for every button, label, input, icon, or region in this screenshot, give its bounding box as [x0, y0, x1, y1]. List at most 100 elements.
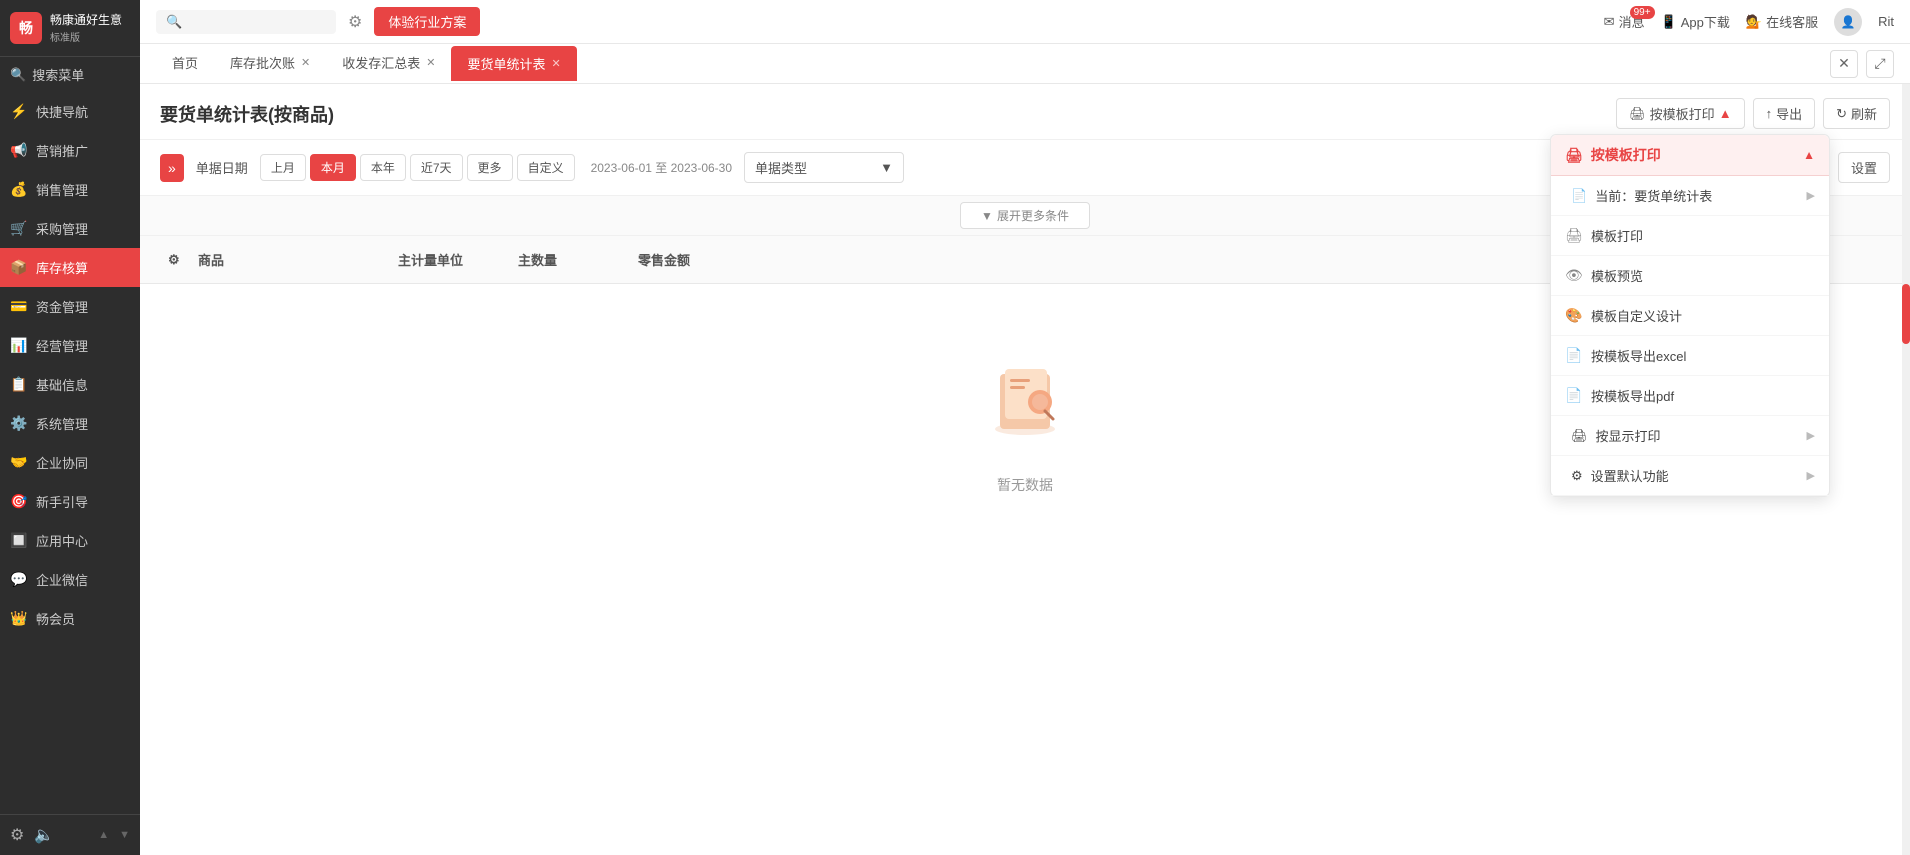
- tab-order-stats-label: 要货单统计表: [467, 54, 545, 73]
- top-search-box[interactable]: 🔍: [156, 10, 336, 34]
- right-scrollbar[interactable]: [1902, 84, 1910, 855]
- sidebar-item-label: 库存核算: [36, 258, 88, 277]
- sidebar-item-label: 应用中心: [36, 531, 88, 550]
- trial-button[interactable]: 体验行业方案: [374, 7, 480, 36]
- sidebar-item-sales[interactable]: 💰 销售管理: [0, 170, 140, 209]
- date-filter-group: 上月 本月 本年 近7天 更多 自定义: [260, 154, 575, 181]
- tab-order-stats[interactable]: 要货单统计表 ✕: [451, 46, 576, 81]
- tab-inventory-batch-close[interactable]: ✕: [301, 56, 310, 69]
- print-btn[interactable]: 🖨 按模板打印 ▲: [1616, 98, 1744, 129]
- settings-button[interactable]: 设置: [1838, 152, 1890, 183]
- date-prev-month[interactable]: 上月: [260, 154, 306, 181]
- tab-home[interactable]: 首页: [156, 45, 214, 82]
- app-download-button[interactable]: 📱 App下载: [1661, 12, 1730, 31]
- dropdown-header: 🖨 按模板打印 ▲: [1551, 135, 1829, 176]
- sidebar-item-operations[interactable]: 📊 经营管理: [0, 326, 140, 365]
- date-filter-label: 单据日期: [196, 158, 248, 177]
- sidebar-item-cooperation[interactable]: 🤝 企业协同: [0, 443, 140, 482]
- tab-receipt-summary-close[interactable]: ✕: [426, 56, 435, 69]
- export-btn-label: 导出: [1776, 104, 1802, 123]
- user-avatar[interactable]: 👤: [1834, 8, 1862, 36]
- search-icon: 🔍: [10, 67, 26, 83]
- sidebar-logo: 畅 畅康通好生意 标准版: [0, 0, 140, 57]
- tab-expand-btn[interactable]: ⤢: [1866, 50, 1894, 78]
- sidebar-bottom: ⚙ 🔈 ▲ ▼: [0, 814, 140, 855]
- dropdown-item-template-print[interactable]: 🖨 模板打印: [1551, 216, 1829, 256]
- purchase-icon: 🛒: [10, 220, 28, 237]
- top-gear-icon[interactable]: ⚙: [348, 12, 362, 32]
- export-pdf-label: 按模板导出pdf: [1591, 386, 1674, 405]
- dropdown-print-icon: 🖨: [1565, 147, 1583, 164]
- tab-close-btn[interactable]: ✕: [1830, 50, 1858, 78]
- tab-home-label: 首页: [172, 53, 198, 72]
- sidebar-item-app-center[interactable]: 🔲 应用中心: [0, 521, 140, 560]
- tab-receipt-summary-label: 收发存汇总表: [342, 53, 420, 72]
- scrollbar-thumb[interactable]: [1902, 284, 1910, 344]
- online-service-button[interactable]: 💁 在线客服: [1746, 12, 1818, 31]
- dropdown-collapse-icon[interactable]: ▲: [1803, 148, 1815, 162]
- refresh-btn[interactable]: ↻ 刷新: [1823, 98, 1890, 129]
- expand-more-icon: ▼: [981, 209, 993, 223]
- date-current-month[interactable]: 本月: [310, 154, 356, 181]
- dropdown-item-export-excel[interactable]: 📄 按模板导出excel: [1551, 336, 1829, 376]
- set-default-icon: ⚙: [1571, 468, 1583, 484]
- logo-name: 畅康通好生意: [50, 12, 122, 29]
- sidebar-item-system[interactable]: ⚙️ 系统管理: [0, 404, 140, 443]
- col-qty: 主数量: [510, 246, 630, 273]
- setting-icon: ⚙: [168, 252, 180, 267]
- dropdown-current-template[interactable]: 📄 当前：要货单统计表 ▶: [1551, 176, 1829, 216]
- col-setting[interactable]: ⚙: [160, 248, 190, 272]
- tab-inventory-batch[interactable]: 库存批次账 ✕: [214, 45, 326, 82]
- audio-bottom-icon[interactable]: 🔈: [34, 825, 54, 845]
- filter-expand-button[interactable]: »: [160, 154, 184, 182]
- tab-receipt-summary[interactable]: 收发存汇总表 ✕: [326, 45, 451, 82]
- sidebar-search[interactable]: 🔍 搜索菜单: [0, 57, 140, 92]
- dropdown-item-export-pdf[interactable]: 📄 按模板导出pdf: [1551, 376, 1829, 416]
- logo-icon: 畅: [10, 12, 42, 44]
- sidebar-item-purchase[interactable]: 🛒 采购管理: [0, 209, 140, 248]
- page-content: 要货单统计表(按商品) 🖨 按模板打印 ▲ ↑ 导出 ↻ 刷新: [140, 84, 1910, 855]
- date-last7days[interactable]: 近7天: [410, 154, 463, 181]
- system-icon: ⚙️: [10, 415, 28, 432]
- messages-icon: ✉: [1604, 14, 1615, 30]
- sidebar-item-basic-info[interactable]: 📋 基础信息: [0, 365, 140, 404]
- dropdown-item-template-preview[interactable]: 👁 模板预览: [1551, 256, 1829, 296]
- sidebar-item-label: 资金管理: [36, 297, 88, 316]
- date-range-display: 2023-06-01 至 2023-06-30: [591, 159, 732, 176]
- template-custom-label: 模板自定义设计: [1591, 306, 1682, 325]
- date-more[interactable]: 更多: [467, 154, 513, 181]
- export-btn[interactable]: ↑ 导出: [1753, 98, 1816, 129]
- quick-nav-icon: ⚡: [10, 103, 28, 120]
- guide-icon: 🎯: [10, 493, 28, 510]
- sidebar-item-member[interactable]: 👑 畅会员: [0, 599, 140, 638]
- settings-bottom-icon[interactable]: ⚙: [10, 825, 24, 845]
- sidebar-item-inventory[interactable]: 📦 库存核算: [0, 248, 140, 287]
- export-excel-label: 按模板导出excel: [1591, 346, 1686, 365]
- logo-tag: 标准版: [50, 29, 122, 44]
- sidebar-scroll-down[interactable]: ▼: [119, 829, 130, 841]
- sidebar-item-guide[interactable]: 🎯 新手引导: [0, 482, 140, 521]
- messages-button[interactable]: ✉ 消息 99+: [1604, 12, 1645, 31]
- sidebar-item-wechat[interactable]: 💬 企业微信: [0, 560, 140, 599]
- top-search-input[interactable]: [188, 15, 308, 29]
- page-title: 要货单统计表(按商品): [160, 101, 334, 127]
- sidebar-item-label: 基础信息: [36, 375, 88, 394]
- date-custom[interactable]: 自定义: [517, 154, 575, 181]
- sidebar-item-label: 销售管理: [36, 180, 88, 199]
- tab-order-stats-close[interactable]: ✕: [552, 57, 561, 70]
- sidebar-item-marketing[interactable]: 📢 营销推广: [0, 131, 140, 170]
- sidebar-item-finance[interactable]: 💳 资金管理: [0, 287, 140, 326]
- expand-more-button[interactable]: ▼ 展开更多条件: [960, 202, 1090, 229]
- dropdown-item-template-custom[interactable]: 🎨 模板自定义设计: [1551, 296, 1829, 336]
- dropdown-item-set-default[interactable]: ⚙ 设置默认功能 ▶: [1551, 456, 1829, 496]
- doc-type-select[interactable]: 单据类型 ▼: [744, 152, 904, 183]
- basic-info-icon: 📋: [10, 376, 28, 393]
- template-print-icon: 🖨: [1565, 227, 1581, 244]
- sidebar-item-quick-nav[interactable]: ⚡ 快捷导航: [0, 92, 140, 131]
- dropdown-item-display-print[interactable]: 🖨 按显示打印 ▶: [1551, 416, 1829, 456]
- sidebar-scroll-up[interactable]: ▲: [98, 829, 109, 841]
- current-template-arrow: ▶: [1807, 189, 1815, 202]
- tab-bar: 首页 库存批次账 ✕ 收发存汇总表 ✕ 要货单统计表 ✕ ✕ ⤢: [140, 44, 1910, 84]
- sidebar-item-label: 营销推广: [36, 141, 88, 160]
- date-current-year[interactable]: 本年: [360, 154, 406, 181]
